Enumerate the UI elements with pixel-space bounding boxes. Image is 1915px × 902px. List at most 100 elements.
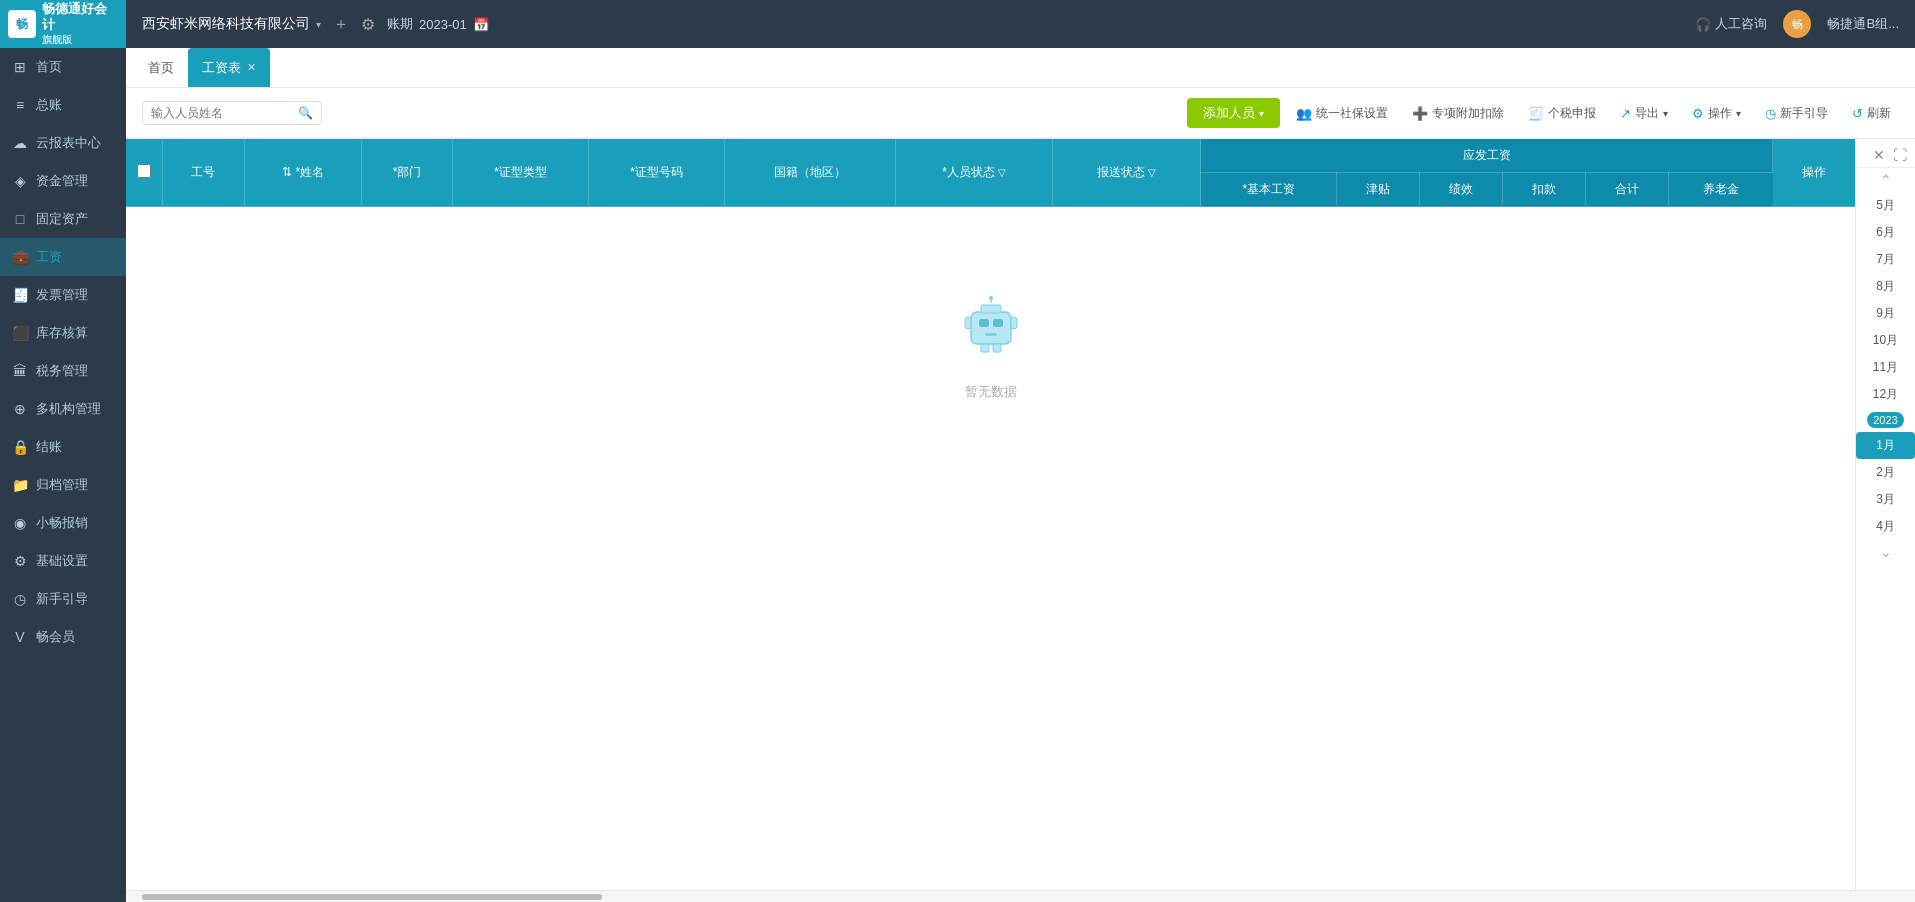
- sidebar-item-label: 总账: [36, 96, 62, 114]
- sidebar-item-label: 云报表中心: [36, 134, 101, 152]
- timeline-scroll-up[interactable]: ⌃: [1876, 168, 1896, 192]
- sidebar-item-inventory[interactable]: ⬛ 库存核算: [0, 314, 126, 352]
- search-input[interactable]: [151, 106, 292, 120]
- timeline-month-7[interactable]: 7月: [1856, 246, 1915, 273]
- tax-icon: 🏛: [12, 363, 28, 379]
- close-panel-button[interactable]: ✕: [1873, 147, 1885, 163]
- search-box[interactable]: 🔍: [142, 101, 322, 125]
- svg-rect-2: [993, 319, 1003, 327]
- social-action[interactable]: 👥 统一社保设置: [1288, 101, 1396, 126]
- sidebar-item-asset[interactable]: □ 固定资产: [0, 200, 126, 238]
- sidebar-item-close[interactable]: 🔒 结账: [0, 428, 126, 466]
- inventory-icon: ⬛: [12, 325, 28, 341]
- tax-label: 个税申报: [1548, 105, 1596, 122]
- app-subtitle: 旗舰版: [42, 33, 118, 47]
- sidebar-item-fund[interactable]: ◈ 资金管理: [0, 162, 126, 200]
- add-company-icon[interactable]: ＋: [333, 14, 349, 35]
- expense-icon: ◉: [12, 515, 28, 531]
- empty-text: 暂无数据: [965, 383, 1017, 401]
- refresh-label: 刷新: [1867, 105, 1891, 122]
- tab-close-icon[interactable]: ✕: [247, 61, 256, 74]
- calendar-icon[interactable]: 📅: [473, 17, 489, 32]
- sidebar-item-label: 新手引导: [36, 590, 88, 608]
- operate-icon: ⚙: [1692, 106, 1704, 121]
- invoice-icon: 🧾: [12, 287, 28, 303]
- th-total: 合计: [1586, 173, 1669, 207]
- tab-home[interactable]: 首页: [134, 48, 188, 87]
- sidebar-item-archive[interactable]: 📁 归档管理: [0, 466, 126, 504]
- user-name: 畅捷通B组...: [1827, 15, 1899, 33]
- export-action[interactable]: ↗ 导出 ▾: [1612, 101, 1676, 126]
- timeline-month-10[interactable]: 10月: [1856, 327, 1915, 354]
- timeline-month-9[interactable]: 9月: [1856, 300, 1915, 327]
- sidebar-item-multi[interactable]: ⊕ 多机构管理: [0, 390, 126, 428]
- refresh-icon: ↺: [1852, 106, 1863, 121]
- maximize-panel-button[interactable]: ⛶: [1893, 147, 1907, 163]
- svg-point-10: [989, 296, 993, 300]
- operate-action[interactable]: ⚙ 操作 ▾: [1684, 101, 1749, 126]
- sidebar-item-label: 基础设置: [36, 552, 88, 570]
- salary-table-container: 工号 ⇅ *姓名 *部门 *证型类型 *证型号码 国籍（地区） *人员状态 ▽ …: [126, 139, 1855, 890]
- deduction-action[interactable]: ➕ 专项附加扣除: [1404, 101, 1512, 126]
- timeline-month-4[interactable]: 4月: [1856, 513, 1915, 540]
- th-base-salary: *基本工资: [1201, 173, 1337, 207]
- fund-icon: ◈: [12, 173, 28, 189]
- sidebar-item-label: 资金管理: [36, 172, 88, 190]
- tax-action[interactable]: 🧾 个税申报: [1520, 101, 1604, 126]
- sidebar-item-guide[interactable]: ◷ 新手引导: [0, 580, 126, 618]
- timeline-panel: ✕ ⛶ ⌃ 5月 6月 7月 8月 9月 10月 11月 12月 2023 1月…: [1855, 139, 1915, 890]
- sidebar-item-label: 税务管理: [36, 362, 88, 380]
- sidebar-item-tax[interactable]: 🏛 税务管理: [0, 352, 126, 390]
- sidebar-item-label: 首页: [36, 58, 62, 76]
- sidebar-item-salary[interactable]: 💼 工资: [0, 238, 126, 276]
- content-area: 首页 工资表 ✕ 🔍 添加人员 ▾ 👥 统一社保设: [126, 48, 1915, 902]
- sidebar-item-label: 小畅报销: [36, 514, 88, 532]
- sidebar-item-invoice[interactable]: 🧾 发票管理: [0, 276, 126, 314]
- svg-rect-0: [971, 312, 1011, 344]
- sidebar-item-label: 发票管理: [36, 286, 88, 304]
- svg-rect-5: [1011, 317, 1017, 329]
- timeline-month-5[interactable]: 5月: [1856, 192, 1915, 219]
- add-person-button[interactable]: 添加人员 ▾: [1187, 98, 1280, 128]
- select-all-checkbox[interactable]: [137, 164, 151, 178]
- timeline-month-11[interactable]: 11月: [1856, 354, 1915, 381]
- timeline-month-6[interactable]: 6月: [1856, 219, 1915, 246]
- settings-gear-icon[interactable]: ⚙: [361, 15, 375, 34]
- timeline-month-1[interactable]: 1月: [1856, 432, 1915, 459]
- timeline-month-8[interactable]: 8月: [1856, 273, 1915, 300]
- company-name: 西安虾米网络科技有限公司: [142, 15, 310, 33]
- guide-icon: ◷: [12, 591, 28, 607]
- timeline-month-12[interactable]: 12月: [1856, 381, 1915, 408]
- headset-icon: 🎧: [1695, 17, 1711, 32]
- export-icon: ↗: [1620, 106, 1631, 121]
- horizontal-scrollbar[interactable]: [142, 894, 602, 900]
- sidebar-item-report[interactable]: ☁ 云报表中心: [0, 124, 126, 162]
- timeline-month-3[interactable]: 3月: [1856, 486, 1915, 513]
- sidebar-item-ledger[interactable]: ≡ 总账: [0, 86, 126, 124]
- help-button[interactable]: 🎧 人工咨询: [1695, 15, 1767, 33]
- sidebar-item-settings[interactable]: ⚙ 基础设置: [0, 542, 126, 580]
- logo-icon: 畅: [8, 10, 36, 38]
- tab-salary[interactable]: 工资表 ✕: [188, 48, 270, 87]
- sidebar-item-member[interactable]: V 畅会员: [0, 618, 126, 656]
- tab-salary-label: 工资表: [202, 59, 241, 77]
- timeline-month-2[interactable]: 2月: [1856, 459, 1915, 486]
- home-icon: ⊞: [12, 59, 28, 75]
- th-dept: *部门: [361, 139, 453, 207]
- svg-rect-6: [981, 344, 989, 352]
- sidebar-item-label: 库存核算: [36, 324, 88, 342]
- sidebar-item-home[interactable]: ⊞ 首页: [0, 48, 126, 86]
- export-label: 导出: [1635, 105, 1659, 122]
- guide-action[interactable]: ◷ 新手引导: [1757, 101, 1836, 126]
- th-pension: 养老金: [1669, 173, 1773, 207]
- th-ops: 操作: [1773, 139, 1855, 207]
- th-deduct: 扣款: [1503, 173, 1586, 207]
- sidebar-item-expense[interactable]: ◉ 小畅报销: [0, 504, 126, 542]
- refresh-action[interactable]: ↺ 刷新: [1844, 101, 1899, 126]
- topbar-right: 🎧 人工咨询 畅 畅捷通B组...: [1695, 10, 1899, 38]
- timeline-scroll-down[interactable]: ⌄: [1876, 540, 1896, 564]
- search-icon: 🔍: [298, 106, 313, 120]
- th-id-num: *证型号码: [589, 139, 725, 207]
- company-selector[interactable]: 西安虾米网络科技有限公司 ▾: [142, 15, 321, 33]
- operate-chevron-icon: ▾: [1736, 108, 1741, 119]
